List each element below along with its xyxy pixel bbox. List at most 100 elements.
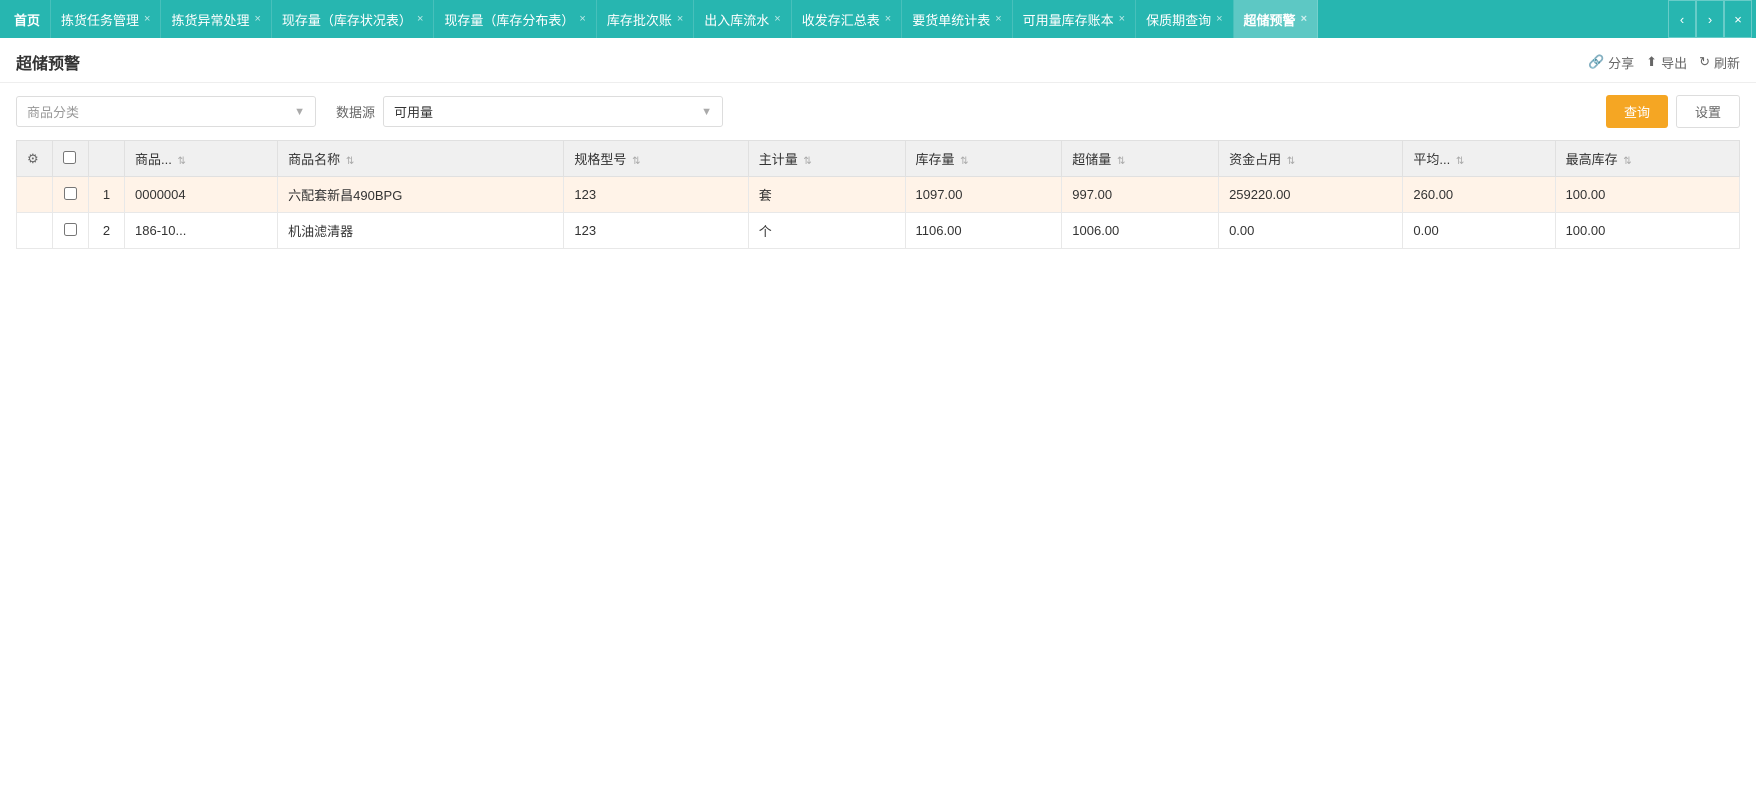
th-unit[interactable]: 主计量 ⇅: [748, 141, 905, 177]
nav-item-picking-exception[interactable]: 拣货异常处理 ×: [161, 0, 271, 38]
close-available-ledger[interactable]: ×: [1119, 13, 1125, 25]
filter-buttons: 查询 设置: [1606, 95, 1740, 128]
close-inventory-dist[interactable]: ×: [579, 13, 585, 25]
nav-arrow-right[interactable]: ›: [1696, 0, 1724, 38]
page-header: 超储预警 🔗 分享 ⬆ 导出 ↻ 刷新: [0, 38, 1756, 83]
sort-max-stock-icon: ⇅: [1623, 156, 1631, 167]
table-wrapper: ⚙ 商品... ⇅ 商品名称 ⇅ 规格型号: [0, 140, 1756, 249]
nav-item-inventory-status[interactable]: 现存量（库存状况表） ×: [272, 0, 434, 38]
th-stock[interactable]: 库存量 ⇅: [905, 141, 1062, 177]
nav-item-inout-flow[interactable]: 出入库流水 ×: [694, 0, 791, 38]
row-checkbox[interactable]: [64, 187, 77, 200]
nav-item-available-ledger[interactable]: 可用量库存账本 ×: [1013, 0, 1136, 38]
th-row-num: [89, 141, 125, 177]
export-action[interactable]: ⬆ 导出: [1646, 53, 1687, 72]
datasource-select[interactable]: 可用量 ▼: [383, 96, 723, 127]
nav-item-receive-summary[interactable]: 收发存汇总表 ×: [792, 0, 902, 38]
close-picking-task[interactable]: ×: [144, 13, 150, 25]
th-checkbox: [53, 141, 89, 177]
select-all-checkbox[interactable]: [63, 151, 76, 164]
row-product-name: 六配套新昌490BPG: [278, 177, 564, 213]
th-spec[interactable]: 规格型号 ⇅: [564, 141, 748, 177]
th-product-code[interactable]: 商品... ⇅: [125, 141, 278, 177]
row-gear-cell: [17, 177, 53, 213]
close-expiry-query[interactable]: ×: [1216, 13, 1222, 25]
nav-arrow-left[interactable]: ‹: [1668, 0, 1696, 38]
nav-arrow-close[interactable]: ×: [1724, 0, 1752, 38]
row-unit: 套: [748, 177, 905, 213]
row-stock: 1106.00: [905, 213, 1062, 249]
close-order-stats[interactable]: ×: [995, 13, 1001, 25]
nav-item-home[interactable]: 首页: [4, 0, 51, 38]
sort-overstock-icon: ⇅: [1117, 156, 1125, 167]
table-row: 2 186-10... 机油滤清器 123 个 1106.00 1006.00 …: [17, 213, 1740, 249]
sort-avg-icon: ⇅: [1456, 156, 1464, 167]
sort-stock-icon: ⇅: [960, 156, 968, 167]
share-action[interactable]: 🔗 分享: [1588, 53, 1634, 72]
category-chevron-icon: ▼: [294, 106, 305, 118]
sort-product-name-icon: ⇅: [346, 156, 354, 167]
nav-arrows: ‹ › ×: [1668, 0, 1752, 38]
row-capital: 0.00: [1219, 213, 1403, 249]
row-avg: 260.00: [1403, 177, 1555, 213]
row-number: 2: [89, 213, 125, 249]
query-button[interactable]: 查询: [1606, 95, 1668, 128]
close-receive-summary[interactable]: ×: [885, 13, 891, 25]
th-avg[interactable]: 平均... ⇅: [1403, 141, 1555, 177]
sort-spec-icon: ⇅: [632, 156, 640, 167]
row-checkbox-cell[interactable]: [53, 177, 89, 213]
close-inventory-batch[interactable]: ×: [677, 13, 683, 25]
row-unit: 个: [748, 213, 905, 249]
nav-item-picking-task[interactable]: 拣货任务管理 ×: [51, 0, 161, 38]
sort-product-code-icon: ⇅: [177, 156, 185, 167]
gear-icon[interactable]: ⚙: [27, 151, 39, 166]
row-checkbox[interactable]: [64, 223, 77, 236]
nav-item-inventory-dist[interactable]: 现存量（库存分布表） ×: [434, 0, 596, 38]
close-inventory-status[interactable]: ×: [417, 13, 423, 25]
close-picking-exception[interactable]: ×: [254, 13, 260, 25]
filter-category-item: 商品分类 ▼: [16, 96, 316, 127]
close-inout-flow[interactable]: ×: [774, 13, 780, 25]
row-max-stock: 100.00: [1555, 213, 1739, 249]
nav-item-overstock-warning[interactable]: 超储预警 ×: [1234, 0, 1318, 38]
row-spec: 123: [564, 213, 748, 249]
row-spec: 123: [564, 177, 748, 213]
row-max-stock: 100.00: [1555, 177, 1739, 213]
refresh-icon: ↻: [1699, 54, 1710, 70]
filter-area: 商品分类 ▼ 数据源 可用量 ▼ 查询 设置: [0, 83, 1756, 140]
sort-capital-icon: ⇅: [1287, 156, 1295, 167]
nav-item-expiry-query[interactable]: 保质期查询 ×: [1136, 0, 1233, 38]
refresh-action[interactable]: ↻ 刷新: [1699, 53, 1740, 72]
share-icon: 🔗: [1588, 54, 1604, 70]
th-max-stock[interactable]: 最高库存 ⇅: [1555, 141, 1739, 177]
nav-item-order-stats[interactable]: 要货单统计表 ×: [902, 0, 1012, 38]
table-header-row: ⚙ 商品... ⇅ 商品名称 ⇅ 规格型号: [17, 141, 1740, 177]
export-icon: ⬆: [1646, 54, 1657, 70]
row-overstock: 997.00: [1062, 177, 1219, 213]
datasource-label: 数据源: [336, 102, 375, 121]
th-gear[interactable]: ⚙: [17, 141, 53, 177]
category-select-label: 商品分类: [27, 102, 79, 121]
category-select[interactable]: 商品分类 ▼: [16, 96, 316, 127]
th-capital[interactable]: 资金占用 ⇅: [1219, 141, 1403, 177]
row-product-code: 186-10...: [125, 213, 278, 249]
row-checkbox-cell[interactable]: [53, 213, 89, 249]
data-table: ⚙ 商品... ⇅ 商品名称 ⇅ 规格型号: [16, 140, 1740, 249]
nav-item-inventory-batch[interactable]: 库存批次账 ×: [597, 0, 694, 38]
row-number: 1: [89, 177, 125, 213]
row-product-code: 0000004: [125, 177, 278, 213]
row-gear-cell: [17, 213, 53, 249]
row-avg: 0.00: [1403, 213, 1555, 249]
row-overstock: 1006.00: [1062, 213, 1219, 249]
row-stock: 1097.00: [905, 177, 1062, 213]
sort-unit-icon: ⇅: [803, 156, 811, 167]
close-overstock-warning[interactable]: ×: [1301, 13, 1307, 25]
datasource-chevron-icon: ▼: [701, 106, 712, 118]
table-row: 1 0000004 六配套新昌490BPG 123 套 1097.00 997.…: [17, 177, 1740, 213]
th-overstock[interactable]: 超储量 ⇅: [1062, 141, 1219, 177]
settings-button[interactable]: 设置: [1676, 95, 1740, 128]
header-actions: 🔗 分享 ⬆ 导出 ↻ 刷新: [1588, 53, 1740, 72]
datasource-selected-value: 可用量: [394, 102, 433, 121]
th-product-name[interactable]: 商品名称 ⇅: [278, 141, 564, 177]
nav-bar: 首页 拣货任务管理 × 拣货异常处理 × 现存量（库存状况表） × 现存量（库存…: [0, 0, 1756, 38]
